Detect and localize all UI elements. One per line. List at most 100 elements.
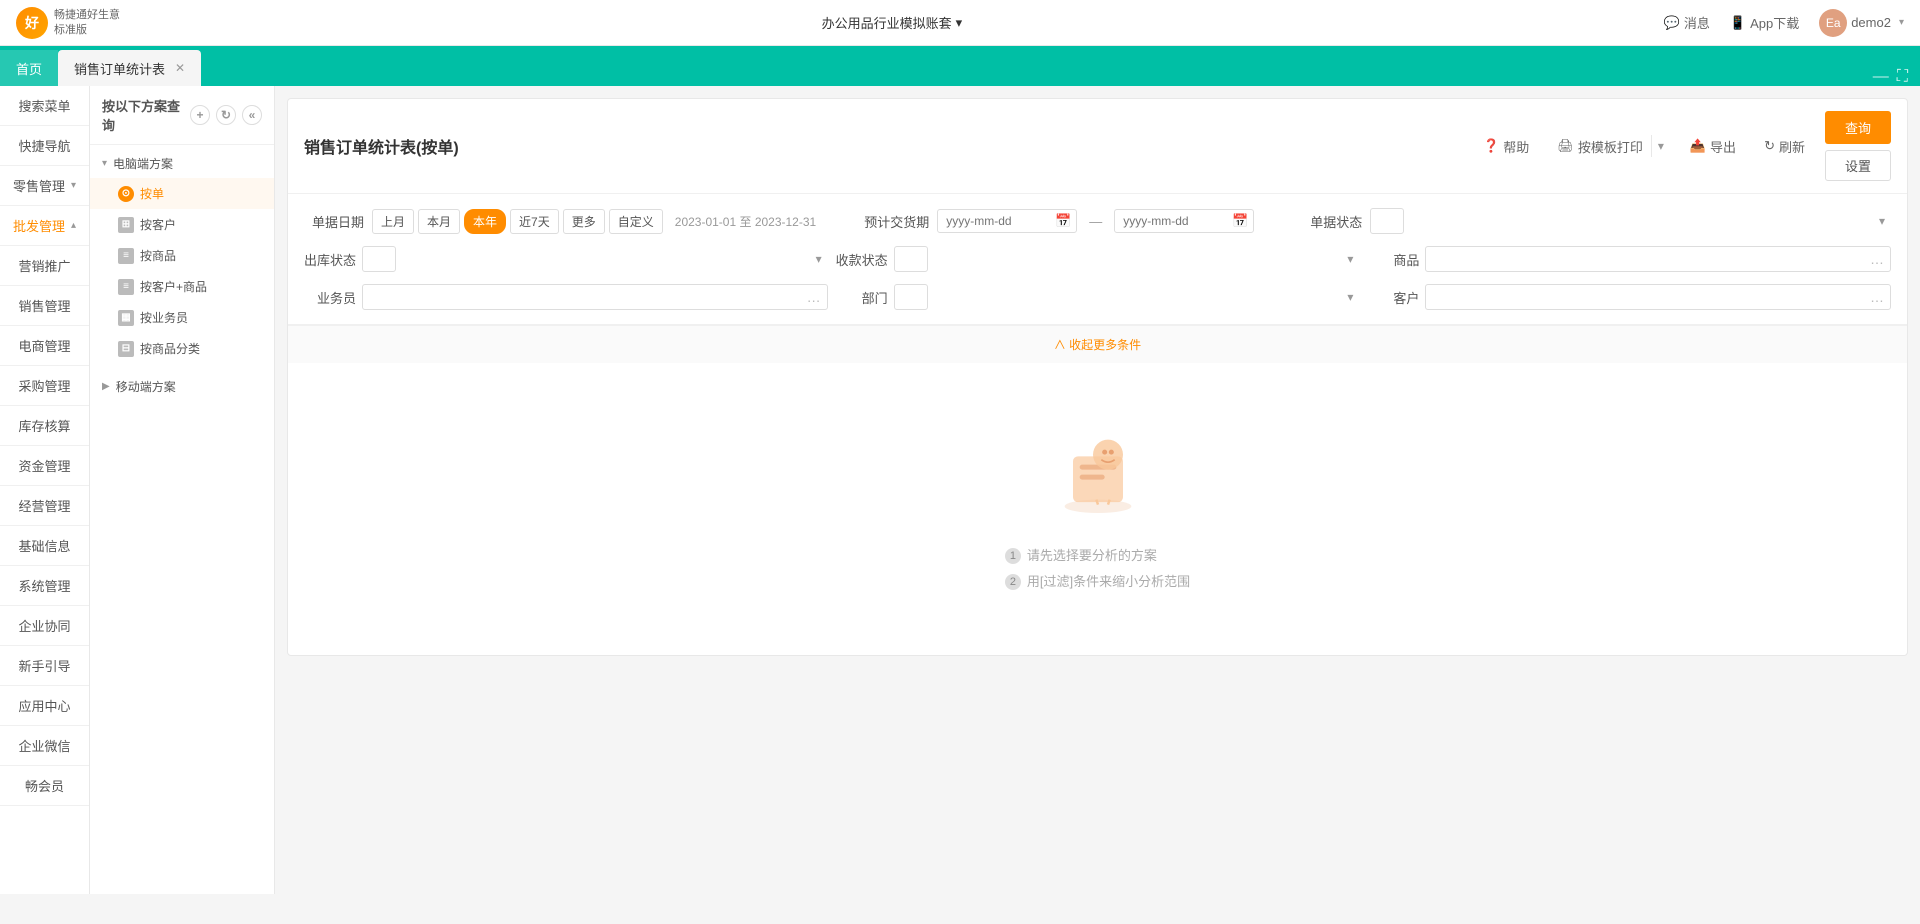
sidebar-item-guide[interactable]: 新手引导	[0, 646, 89, 686]
panel-item-by-order[interactable]: ⊙ 按单	[90, 178, 274, 209]
pay-status-label: 收款状态	[836, 250, 888, 269]
panel-item-by-goods[interactable]: ≡ 按商品	[90, 240, 274, 271]
panel-add-btn[interactable]: +	[190, 105, 210, 125]
app-download-action[interactable]: 📱 App下载	[1730, 13, 1799, 32]
ship-status-label: 出库状态	[304, 250, 356, 269]
status-label: 单据状态	[1302, 212, 1362, 231]
status-select[interactable]	[1370, 208, 1404, 234]
sidebar-item-marketing[interactable]: 营销推广	[0, 246, 89, 286]
collapse-icon: «	[249, 108, 256, 122]
message-action[interactable]: 💬 消息	[1664, 13, 1710, 32]
window-maximize-icon[interactable]: ⛶	[1897, 68, 1908, 86]
panel-item-by-salesperson[interactable]: ▦ 按业务员	[90, 302, 274, 333]
goods-input[interactable]	[1432, 252, 1870, 266]
filter-row-3: 业务员 … 部门	[304, 284, 1891, 310]
date-btn-this-month[interactable]: 本月	[418, 209, 460, 234]
customer-label: 客户	[1367, 288, 1419, 307]
filter-row-1: 单据日期 上月 本月 本年 近7天 更多 自定义 2023-01-01 至 20…	[304, 208, 1891, 234]
query-button[interactable]: 查询	[1825, 111, 1891, 144]
logo-text: 畅捷通好生意 标准版	[54, 8, 120, 37]
refresh-icon: ↻	[221, 108, 231, 122]
sidebar-item-search[interactable]: 搜索菜单	[0, 86, 89, 126]
ship-status-select-wrap	[362, 246, 828, 272]
sidebar-item-appcenter[interactable]: 应用中心	[0, 686, 89, 726]
mobile-group-label: 移动端方案	[116, 378, 176, 395]
item-table-icon: ≡	[118, 248, 134, 264]
breadcrumb-select[interactable]: 办公用品行业模拟账套 ▾	[822, 13, 963, 32]
panel-item-by-customer[interactable]: ⊞ 按客户	[90, 209, 274, 240]
step-num-1: 1	[1005, 548, 1021, 564]
date-btn-last-month[interactable]: 上月	[372, 209, 414, 234]
empty-illustration	[1048, 423, 1148, 523]
message-icon: 💬	[1664, 15, 1680, 31]
salesperson-input[interactable]	[369, 290, 807, 304]
content-card: 销售订单统计表(按单) ❓ 帮助 🖨 按模板打印 ▾ 📤	[287, 98, 1908, 656]
window-minimize-icon[interactable]: —	[1873, 68, 1889, 86]
pay-status-select[interactable]	[894, 246, 928, 272]
salesperson-label: 业务员	[304, 288, 356, 307]
expected-date-label: 预计交货期	[864, 212, 929, 231]
sidebar-item-finance[interactable]: 资金管理	[0, 446, 89, 486]
pay-status-cell: 收款状态	[836, 246, 1360, 272]
dept-select[interactable]	[894, 284, 928, 310]
top-bar-left: 好 畅捷通好生意 标准版	[16, 7, 120, 39]
tab-report[interactable]: 销售订单统计表 ✕	[58, 50, 201, 86]
filter-area: 单据日期 上月 本月 本年 近7天 更多 自定义 2023-01-01 至 20…	[288, 194, 1907, 325]
breadcrumb-arrow-icon: ▾	[956, 15, 963, 31]
panel-item-by-goods-cat[interactable]: ⊟ 按商品分类	[90, 333, 274, 364]
tab-home[interactable]: 首页	[0, 50, 58, 86]
date-btn-this-year[interactable]: 本年	[464, 209, 506, 234]
tab-report-close-icon[interactable]: ✕	[175, 61, 185, 75]
page-title: 销售订单统计表(按单)	[304, 134, 459, 158]
wholesale-arrow-icon: ▴	[71, 220, 76, 231]
sidebar-item-base[interactable]: 基础信息	[0, 526, 89, 566]
ship-status-select[interactable]	[362, 246, 396, 272]
customer-dots-icon[interactable]: …	[1870, 289, 1884, 305]
customer-input[interactable]	[1432, 290, 1870, 304]
sidebar-item-wework[interactable]: 企业微信	[0, 726, 89, 766]
sidebar-item-purchase[interactable]: 采购管理	[0, 366, 89, 406]
expected-date-end-wrap: 📅	[1114, 209, 1254, 233]
salesperson-dots-icon[interactable]: …	[807, 289, 821, 305]
export-icon: 📤	[1690, 138, 1706, 154]
expected-date-start-input[interactable]	[937, 209, 1077, 233]
sidebar-item-wholesale[interactable]: 批发管理 ▴	[0, 206, 89, 246]
sidebar-item-system[interactable]: 系统管理	[0, 566, 89, 606]
top-bar: 好 畅捷通好生意 标准版 办公用品行业模拟账套 ▾ 💬 消息 📱 App下载 E…	[0, 0, 1920, 46]
refresh-button[interactable]: ↻ 刷新	[1756, 133, 1813, 160]
settings-button[interactable]: 设置	[1825, 150, 1891, 181]
sidebar-item-inventory[interactable]: 库存核算	[0, 406, 89, 446]
sidebar-item-quicknav[interactable]: 快捷导航	[0, 126, 89, 166]
breadcrumb-label: 办公用品行业模拟账套	[822, 13, 952, 32]
print-dropdown-arrow[interactable]: ▾	[1651, 135, 1670, 157]
sidebar-item-member[interactable]: 畅会员	[0, 766, 89, 806]
empty-state: 1 请先选择要分析的方案 2 用[过滤]条件来缩小分析范围	[288, 363, 1907, 655]
sidebar: 搜索菜单 快捷导航 零售管理 ▾ 批发管理 ▴ 营销推广 销售管理 电商管理 采…	[0, 86, 90, 894]
user-profile[interactable]: Ea demo2 ▾	[1819, 9, 1904, 37]
date-btn-more[interactable]: 更多	[563, 209, 605, 234]
sidebar-item-ecom[interactable]: 电商管理	[0, 326, 89, 366]
panel-refresh-btn[interactable]: ↻	[216, 105, 236, 125]
sidebar-item-retail[interactable]: 零售管理 ▾	[0, 166, 89, 206]
goods-dots-icon[interactable]: …	[1870, 251, 1884, 267]
sidebar-item-sales[interactable]: 销售管理	[0, 286, 89, 326]
sidebar-item-collab[interactable]: 企业协同	[0, 606, 89, 646]
panel-collapse-btn[interactable]: «	[242, 105, 262, 125]
date-label: 单据日期	[304, 212, 364, 231]
collapse-bar[interactable]: ∧ 收起更多条件	[288, 325, 1907, 363]
sidebar-item-mgmt[interactable]: 经营管理	[0, 486, 89, 526]
group-arrow-icon: ▾	[102, 158, 107, 169]
content-area: 销售订单统计表(按单) ❓ 帮助 🖨 按模板打印 ▾ 📤	[275, 86, 1920, 894]
panel-item-by-customer-goods[interactable]: ≡ 按客户+商品	[90, 271, 274, 302]
date-btn-custom[interactable]: 自定义	[609, 209, 663, 234]
status-select-wrap	[1370, 208, 1891, 234]
panel-group-desktop[interactable]: ▾ 电脑端方案	[90, 149, 274, 178]
date-btn-7days[interactable]: 近7天	[510, 209, 559, 234]
print-button[interactable]: 🖨 按模板打印	[1549, 133, 1651, 160]
panel-group-mobile[interactable]: ▶ 移动端方案	[90, 372, 274, 401]
help-button[interactable]: ❓ 帮助	[1475, 133, 1537, 160]
expected-date-end-input[interactable]	[1114, 209, 1254, 233]
export-button[interactable]: 📤 导出	[1682, 133, 1744, 160]
content-header: 销售订单统计表(按单) ❓ 帮助 🖨 按模板打印 ▾ 📤	[288, 99, 1907, 194]
panel-header-actions: + ↻ «	[190, 105, 262, 125]
